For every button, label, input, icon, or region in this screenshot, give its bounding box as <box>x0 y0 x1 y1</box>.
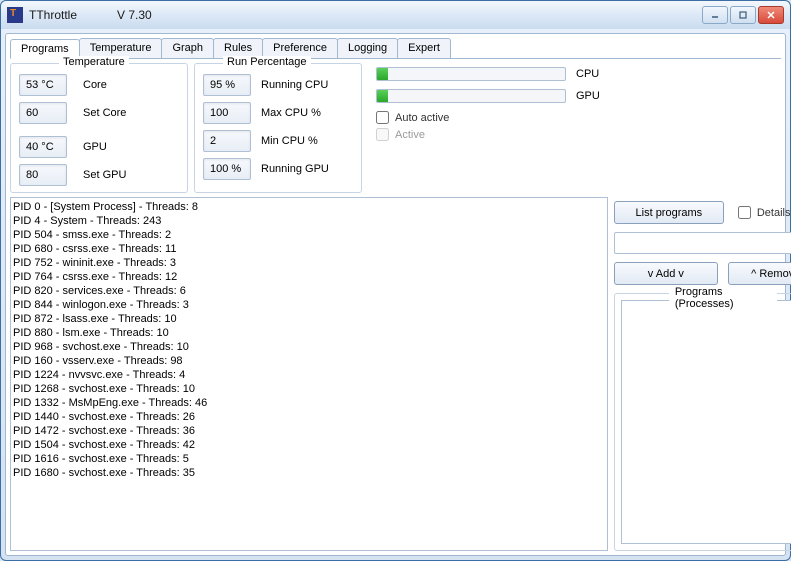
top-row: Temperature Core Set Core <box>10 63 608 193</box>
remove-button[interactable]: ^ Remove ^ <box>728 262 791 285</box>
min-cpu-input[interactable] <box>203 130 251 152</box>
process-row[interactable]: PID 680 - csrss.exe - Threads: 11 <box>13 242 605 256</box>
active-checkbox <box>376 128 389 141</box>
close-icon <box>766 10 776 20</box>
set-core-input[interactable] <box>19 102 67 124</box>
set-gpu-input[interactable] <box>19 164 67 186</box>
gpu-progress <box>376 89 566 103</box>
details-checkbox[interactable] <box>738 206 751 219</box>
process-row[interactable]: PID 1332 - MsMpEng.exe - Threads: 46 <box>13 396 605 410</box>
auto-active-label: Auto active <box>395 112 449 124</box>
programs-legend: Programs (Processes) <box>669 286 777 310</box>
process-list-container: PID 0 - [System Process] - Threads: 8PID… <box>10 197 608 551</box>
temperature-legend: Temperature <box>59 56 129 68</box>
process-row[interactable]: PID 1440 - svchost.exe - Threads: 26 <box>13 410 605 424</box>
gpu-bar-label: GPU <box>576 90 600 102</box>
programs-listbox[interactable] <box>621 300 791 544</box>
titlebar: TThrottle V 7.30 <box>1 1 790 29</box>
minimize-button[interactable] <box>702 6 728 24</box>
cpu-bar-label: CPU <box>576 68 599 80</box>
process-row[interactable]: PID 4 - System - Threads: 243 <box>13 214 605 228</box>
process-row[interactable]: PID 1268 - svchost.exe - Threads: 10 <box>13 382 605 396</box>
tab-graph[interactable]: Graph <box>161 38 214 58</box>
client-area: Programs Temperature Graph Rules Prefere… <box>5 33 786 556</box>
tab-expert[interactable]: Expert <box>397 38 451 58</box>
max-cpu-label: Max CPU % <box>261 107 321 119</box>
left-column: Temperature Core Set Core <box>10 63 608 551</box>
tab-content: Temperature Core Set Core <box>10 63 781 551</box>
process-row[interactable]: PID 968 - svchost.exe - Threads: 10 <box>13 340 605 354</box>
temperature-group: Temperature Core Set Core <box>10 63 188 193</box>
gpu-label: GPU <box>83 141 107 153</box>
process-row[interactable]: PID 1616 - svchost.exe - Threads: 5 <box>13 452 605 466</box>
active-label: Active <box>395 129 425 141</box>
maximize-button[interactable] <box>730 6 756 24</box>
filter-input[interactable] <box>614 232 791 254</box>
running-cpu-label: Running CPU <box>261 79 328 91</box>
tab-rules[interactable]: Rules <box>213 38 263 58</box>
maximize-icon <box>738 10 748 20</box>
process-row[interactable]: PID 820 - services.exe - Threads: 6 <box>13 284 605 298</box>
process-row[interactable]: PID 880 - lsm.exe - Threads: 10 <box>13 326 605 340</box>
gpu-temp-input[interactable] <box>19 136 67 158</box>
process-list[interactable]: PID 0 - [System Process] - Threads: 8PID… <box>10 197 608 551</box>
process-row[interactable]: PID 1224 - nvvsvc.exe - Threads: 4 <box>13 368 605 382</box>
programs-group: Programs (Processes) <box>614 293 791 551</box>
process-row[interactable]: PID 764 - csrss.exe - Threads: 12 <box>13 270 605 284</box>
details-label: Details <box>757 207 791 219</box>
set-core-label: Set Core <box>83 107 126 119</box>
running-gpu-label: Running GPU <box>261 163 329 175</box>
running-cpu-input[interactable] <box>203 74 251 96</box>
running-gpu-input[interactable] <box>203 158 251 180</box>
process-row[interactable]: PID 0 - [System Process] - Threads: 8 <box>13 200 605 214</box>
minimize-icon <box>710 10 720 20</box>
process-row[interactable]: PID 872 - lsass.exe - Threads: 10 <box>13 312 605 326</box>
tab-temperature[interactable]: Temperature <box>79 38 163 58</box>
auto-active-checkbox[interactable] <box>376 111 389 124</box>
close-button[interactable] <box>758 6 784 24</box>
max-cpu-input[interactable] <box>203 102 251 124</box>
main-window: TThrottle V 7.30 Programs Temperature Gr… <box>0 0 791 561</box>
cpu-progress <box>376 67 566 81</box>
app-icon <box>7 7 23 23</box>
process-row[interactable]: PID 1472 - svchost.exe - Threads: 36 <box>13 424 605 438</box>
core-label: Core <box>83 79 107 91</box>
process-row[interactable]: PID 1504 - svchost.exe - Threads: 42 <box>13 438 605 452</box>
min-cpu-label: Min CPU % <box>261 135 318 147</box>
window-controls <box>702 6 784 24</box>
list-programs-button[interactable]: List programs <box>614 201 724 224</box>
status-area: CPU GPU Auto active Active <box>368 63 608 193</box>
process-row[interactable]: PID 504 - smss.exe - Threads: 2 <box>13 228 605 242</box>
tab-preference[interactable]: Preference <box>262 38 338 58</box>
core-temp-input[interactable] <box>19 74 67 96</box>
process-row[interactable]: PID 752 - wininit.exe - Threads: 3 <box>13 256 605 270</box>
set-gpu-label: Set GPU <box>83 169 126 181</box>
process-row[interactable]: PID 844 - winlogon.exe - Threads: 3 <box>13 298 605 312</box>
run-percentage-group: Run Percentage Running CPU Max CPU % <box>194 63 362 193</box>
add-button[interactable]: v Add v <box>614 262 718 285</box>
run-legend: Run Percentage <box>223 56 311 68</box>
process-row[interactable]: PID 1680 - svchost.exe - Threads: 35 <box>13 466 605 480</box>
tab-logging[interactable]: Logging <box>337 38 398 58</box>
window-title: TThrottle <box>29 8 77 22</box>
right-column: List programs Details v Add v ^ Remove ^… <box>614 63 791 551</box>
window-version: V 7.30 <box>117 8 152 22</box>
process-row[interactable]: PID 160 - vsserv.exe - Threads: 98 <box>13 354 605 368</box>
